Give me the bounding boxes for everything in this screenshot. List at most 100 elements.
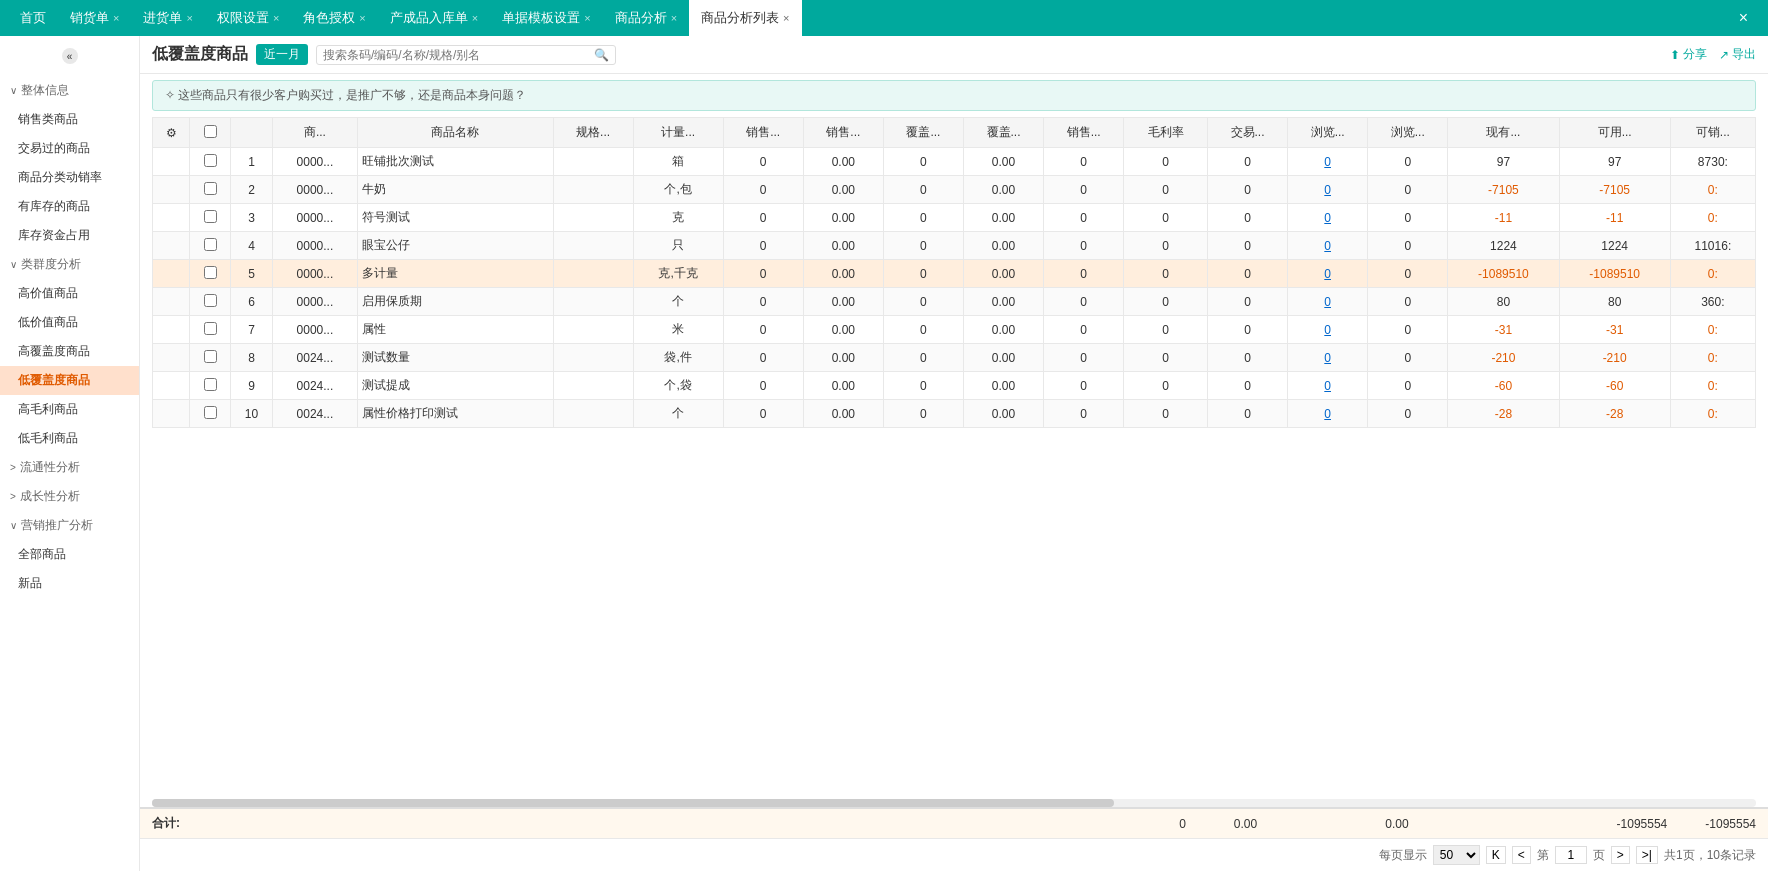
next-page-button[interactable]: > [1611, 846, 1630, 864]
sidebar-item-traded-goods[interactable]: 交易过的商品 [0, 134, 139, 163]
th-unit[interactable]: 计量... [633, 118, 723, 148]
window-close-button[interactable]: × [1727, 9, 1760, 27]
nav-permission[interactable]: 权限设置 × [205, 0, 291, 36]
th-code[interactable]: 商... [272, 118, 357, 148]
th-sellable[interactable]: 可销... [1670, 118, 1755, 148]
scrollbar-thumb[interactable] [152, 799, 1114, 807]
sidebar-item-high-margin[interactable]: 高毛利商品 [0, 395, 139, 424]
cell-checkbox[interactable] [190, 260, 231, 288]
nav-goods-analysis-list-close[interactable]: × [783, 12, 789, 24]
row-checkbox[interactable] [204, 322, 217, 335]
nav-finished-goods-close[interactable]: × [472, 12, 478, 24]
cell-checkbox[interactable] [190, 344, 231, 372]
nav-purchase-close[interactable]: × [186, 12, 192, 24]
cell-browse1[interactable]: 0 [1288, 400, 1368, 428]
search-input[interactable] [323, 48, 594, 62]
row-checkbox[interactable] [204, 266, 217, 279]
page-number-input[interactable] [1555, 846, 1587, 864]
nav-goods-analysis-close[interactable]: × [671, 12, 677, 24]
th-browse2[interactable]: 浏览... [1368, 118, 1448, 148]
sidebar-item-low-value[interactable]: 低价值商品 [0, 308, 139, 337]
sidebar-item-sales-goods[interactable]: 销售类商品 [0, 105, 139, 134]
sidebar-item-stocked-goods[interactable]: 有库存的商品 [0, 192, 139, 221]
sidebar-item-low-coverage[interactable]: 低覆盖度商品 [0, 366, 139, 395]
search-icon[interactable]: 🔍 [594, 48, 609, 62]
th-browse1[interactable]: 浏览... [1288, 118, 1368, 148]
row-checkbox[interactable] [204, 154, 217, 167]
sidebar-section-liquidity[interactable]: > 流通性分析 [0, 453, 139, 482]
sidebar-section-overall[interactable]: ∨ 整体信息 [0, 76, 139, 105]
cell-checkbox[interactable] [190, 372, 231, 400]
cell-checkbox[interactable] [190, 176, 231, 204]
row-checkbox[interactable] [204, 210, 217, 223]
sidebar-section-cluster[interactable]: ∨ 类群度分析 [0, 250, 139, 279]
th-current[interactable]: 现有... [1448, 118, 1559, 148]
sidebar-item-high-value[interactable]: 高价值商品 [0, 279, 139, 308]
th-sales2[interactable]: 销售... [1044, 118, 1124, 148]
cell-browse1[interactable]: 0 [1288, 260, 1368, 288]
th-sales-count[interactable]: 销售... [723, 118, 803, 148]
nav-permission-close[interactable]: × [273, 12, 279, 24]
th-checkbox[interactable] [190, 118, 231, 148]
cell-checkbox[interactable] [190, 148, 231, 176]
th-cover1[interactable]: 覆盖... [883, 118, 963, 148]
table-container[interactable]: ⚙ 商... 商品名称 规格... 计量... 销售... 销售... 覆盖..… [140, 117, 1768, 799]
select-all-checkbox[interactable] [204, 125, 217, 138]
sidebar-collapse-button[interactable]: « [62, 48, 78, 64]
sidebar-section-marketing[interactable]: ∨ 营销推广分析 [0, 511, 139, 540]
nav-sales[interactable]: 销货单 × [58, 0, 131, 36]
first-page-button[interactable]: K [1486, 846, 1506, 864]
period-button[interactable]: 近一月 [256, 44, 308, 65]
cell-browse1[interactable]: 0 [1288, 148, 1368, 176]
sidebar-section-growth[interactable]: > 成长性分析 [0, 482, 139, 511]
prev-page-button[interactable]: < [1512, 846, 1531, 864]
nav-role[interactable]: 角色授权 × [291, 0, 377, 36]
th-trade[interactable]: 交易... [1207, 118, 1287, 148]
cell-browse1[interactable]: 0 [1288, 232, 1368, 260]
nav-template[interactable]: 单据模板设置 × [490, 0, 602, 36]
th-sales-amount[interactable]: 销售... [803, 118, 883, 148]
cell-checkbox[interactable] [190, 288, 231, 316]
cell-browse1[interactable]: 0 [1288, 288, 1368, 316]
sidebar-item-stock-funds[interactable]: 库存资金占用 [0, 221, 139, 250]
row-checkbox[interactable] [204, 294, 217, 307]
horizontal-scrollbar[interactable] [152, 799, 1756, 807]
share-button[interactable]: ⬆ 分享 [1670, 46, 1707, 63]
row-checkbox[interactable] [204, 406, 217, 419]
cell-checkbox[interactable] [190, 316, 231, 344]
th-gross-margin[interactable]: 毛利率 [1124, 118, 1208, 148]
sidebar-item-all-goods[interactable]: 全部商品 [0, 540, 139, 569]
last-page-button[interactable]: >| [1636, 846, 1658, 864]
th-name[interactable]: 商品名称 [357, 118, 553, 148]
cell-browse1[interactable]: 0 [1288, 372, 1368, 400]
cell-checkbox[interactable] [190, 232, 231, 260]
per-page-select[interactable]: 50 20 100 200 [1433, 845, 1480, 865]
cell-checkbox[interactable] [190, 400, 231, 428]
row-checkbox[interactable] [204, 182, 217, 195]
cell-browse1[interactable]: 0 [1288, 204, 1368, 232]
cell-checkbox[interactable] [190, 204, 231, 232]
nav-home[interactable]: 首页 [8, 0, 58, 36]
cell-browse1[interactable]: 0 [1288, 344, 1368, 372]
cell-browse1[interactable]: 0 [1288, 316, 1368, 344]
sidebar-item-high-coverage[interactable]: 高覆盖度商品 [0, 337, 139, 366]
row-checkbox[interactable] [204, 378, 217, 391]
row-checkbox[interactable] [204, 350, 217, 363]
sidebar-item-low-margin[interactable]: 低毛利商品 [0, 424, 139, 453]
row-checkbox[interactable] [204, 238, 217, 251]
nav-goods-analysis-list[interactable]: 商品分析列表 × [689, 0, 801, 36]
th-available[interactable]: 可用... [1559, 118, 1670, 148]
nav-finished-goods[interactable]: 产成品入库单 × [378, 0, 490, 36]
th-cover2[interactable]: 覆盖... [963, 118, 1043, 148]
cell-browse1[interactable]: 0 [1288, 176, 1368, 204]
nav-goods-analysis[interactable]: 商品分析 × [603, 0, 689, 36]
nav-template-close[interactable]: × [584, 12, 590, 24]
sidebar-item-new-goods[interactable]: 新品 [0, 569, 139, 598]
nav-purchase[interactable]: 进货单 × [131, 0, 204, 36]
sidebar-item-category-rate[interactable]: 商品分类动销率 [0, 163, 139, 192]
export-button[interactable]: ↗ 导出 [1719, 46, 1756, 63]
th-spec[interactable]: 规格... [553, 118, 633, 148]
nav-sales-close[interactable]: × [113, 12, 119, 24]
nav-role-close[interactable]: × [359, 12, 365, 24]
th-settings[interactable]: ⚙ [153, 118, 190, 148]
